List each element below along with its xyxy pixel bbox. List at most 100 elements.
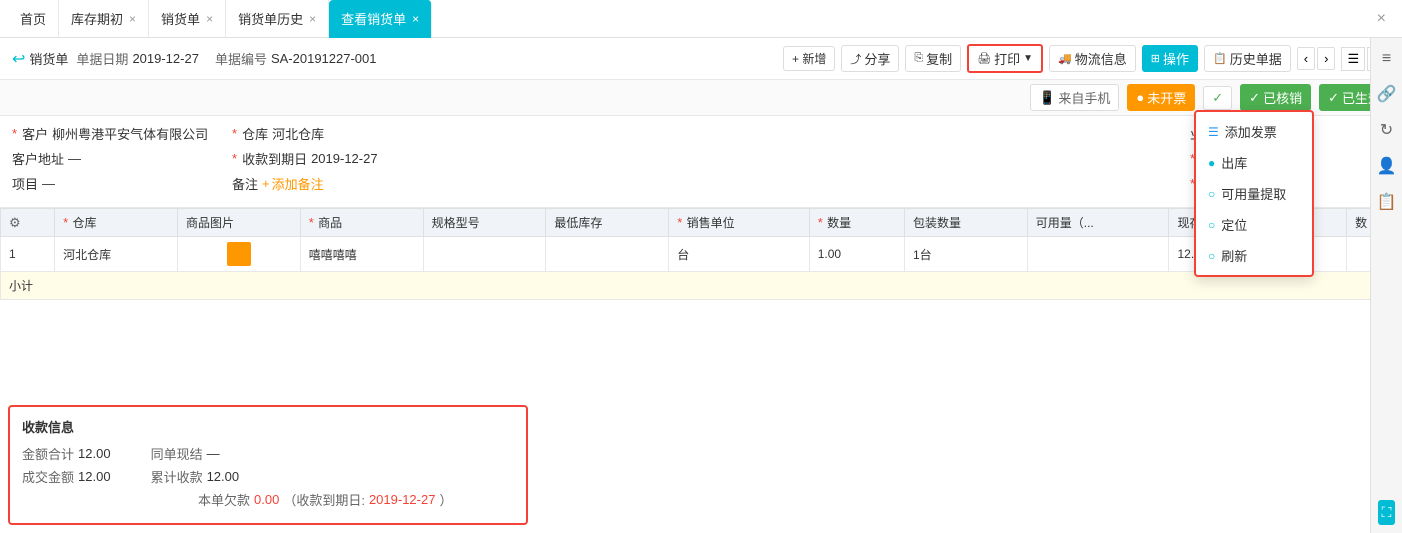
row-warehouse: 河北仓库 xyxy=(55,237,178,272)
deal-value: 12.00 xyxy=(78,469,111,484)
doc-meta: 单据日期 2019-12-27 单据编号 SA-20191227-001 xyxy=(76,49,775,68)
doc-date-value: 2019-12-27 xyxy=(132,51,199,66)
refresh-icon: ○ xyxy=(1208,249,1215,263)
out-stock-icon: ● xyxy=(1208,156,1215,170)
operate-icon: ⊞ xyxy=(1151,52,1160,65)
col-available: 可用量（... xyxy=(1027,209,1169,237)
row-unit: 台 xyxy=(669,237,810,272)
row-min-stock xyxy=(546,237,669,272)
customer-required: * xyxy=(12,126,17,141)
doc-icon: ↩ xyxy=(12,49,25,69)
share-icon: ⤴ xyxy=(850,51,861,67)
toolbar: + 新增 ⤴ 分享 ⎘ 复制 🖨 打印 ▼ 🚚 物流信息 xyxy=(783,44,1390,73)
due-date-group: * 收款到期日 2019-12-27 xyxy=(232,149,432,168)
not-open-label: 未开票 xyxy=(1147,88,1186,107)
address-label: 客户地址 xyxy=(12,149,64,168)
tab-sales-label: 销货单 xyxy=(161,9,200,28)
plus-icon: + xyxy=(262,176,270,191)
sidebar-icon-2[interactable]: 🔗 xyxy=(1373,80,1401,108)
tab-inventory[interactable]: 库存期初 × xyxy=(59,0,149,38)
row-num: 1 xyxy=(1,237,55,272)
confirmed-btn[interactable]: ✓ xyxy=(1203,86,1232,110)
history-button[interactable]: 📋 历史单据 xyxy=(1204,45,1291,72)
payment-row-1: 金额合计 12.00 同单现结 — xyxy=(22,444,514,463)
gear-icon: ⚙ xyxy=(9,215,21,230)
tab-home[interactable]: 首页 xyxy=(8,0,59,38)
note-group: 备注 + 添加备注 xyxy=(232,174,432,193)
locate-item[interactable]: ○ 定位 xyxy=(1196,209,1312,240)
sidebar-icon-4[interactable]: 👤 xyxy=(1373,152,1401,180)
share-button[interactable]: ⤴ 分享 xyxy=(841,45,899,72)
copy-button[interactable]: ⎘ 复制 xyxy=(905,45,961,72)
sold-button[interactable]: ✓ 已核销 xyxy=(1240,84,1311,111)
copy-label: 复制 xyxy=(926,49,952,68)
tab-view-sales[interactable]: 查看销货单 × xyxy=(329,0,432,38)
same-order-value: — xyxy=(207,446,220,461)
tab-bar: 首页 库存期初 × 销货单 × 销货单历史 × 查看销货单 × × xyxy=(0,0,1402,38)
owe-info2: ） xyxy=(439,490,452,509)
tab-sales-close[interactable]: × xyxy=(206,12,213,26)
sidebar-icon-3[interactable]: ↻ xyxy=(1376,116,1397,144)
list-view-button[interactable]: ☰ xyxy=(1341,47,1365,71)
tab-sales-history[interactable]: 销货单历史 × xyxy=(226,0,329,38)
cumulative-item: 累计收款 12.00 xyxy=(151,467,240,486)
warehouse-label: 仓库 xyxy=(242,124,268,143)
address-value: — xyxy=(68,151,81,166)
owe-value: 0.00 xyxy=(254,492,279,507)
doc-title-area: ↩ 销货单 xyxy=(12,49,68,69)
row-pack-qty: 1台 xyxy=(904,237,1027,272)
row-image xyxy=(177,237,300,272)
sidebar-icon-5[interactable]: 📋 xyxy=(1373,188,1401,216)
operate-dropdown: ☰ 添加发票 ● 出库 ○ 可用量提取 ○ 定位 ○ 刷新 xyxy=(1194,110,1314,277)
refresh-item[interactable]: ○ 刷新 xyxy=(1196,240,1312,271)
col-min-stock: 最低库存 xyxy=(546,209,669,237)
tab-inventory-close[interactable]: × xyxy=(129,12,136,26)
add-button[interactable]: + 新增 xyxy=(783,46,835,71)
customer-group: * 客户 柳州粤港平安气体有限公司 xyxy=(12,124,212,143)
product-table: ⚙ * 仓库 商品图片 * 商品 规格型号 最低库存 * 销售单位 * 数量 包… xyxy=(0,208,1402,300)
row-spec xyxy=(423,237,546,272)
col-unit: * 销售单位 xyxy=(669,209,810,237)
print-icon: 🖨 xyxy=(977,52,991,65)
tab-view-sales-close[interactable]: × xyxy=(412,12,419,26)
sidebar-icon-expand[interactable]: ⛶ xyxy=(1378,500,1396,525)
warehouse-required: * xyxy=(232,126,237,141)
owe-date: 2019-12-27 xyxy=(369,492,436,507)
next-button[interactable]: › xyxy=(1317,47,1335,70)
address-group: 客户地址 — xyxy=(12,149,212,168)
payment-section: 收款信息 金额合计 12.00 同单现结 — 成交金额 12.00 累计收款 xyxy=(8,405,528,525)
customer-value[interactable]: 柳州粤港平安气体有限公司 xyxy=(52,124,208,143)
project-label: 项目 xyxy=(12,174,38,193)
add-note-button[interactable]: + 添加备注 xyxy=(262,174,324,193)
locate-label: 定位 xyxy=(1221,215,1247,234)
owe-item: 本单欠款 0.00 （收款到期日: 2019-12-27 ） xyxy=(198,490,452,509)
copy-icon: ⎘ xyxy=(914,52,923,65)
tab-inventory-label: 库存期初 xyxy=(71,9,123,28)
total-value: 12.00 xyxy=(78,446,111,461)
window-close-btn[interactable]: × xyxy=(1371,8,1392,30)
add-note-label: 添加备注 xyxy=(272,174,324,193)
col-settings[interactable]: ⚙ xyxy=(1,209,55,237)
customer-label: 客户 xyxy=(22,124,48,143)
available-qty-item[interactable]: ○ 可用量提取 xyxy=(1196,178,1312,209)
total-label: 金额合计 xyxy=(22,444,74,463)
tab-sales-history-close[interactable]: × xyxy=(309,12,316,26)
not-open-button[interactable]: ● 未开票 xyxy=(1127,84,1195,111)
add-invoice-item[interactable]: ☰ 添加发票 xyxy=(1196,116,1312,147)
prev-button[interactable]: ‹ xyxy=(1297,47,1315,70)
out-stock-item[interactable]: ● 出库 xyxy=(1196,147,1312,178)
deal-amount-item: 成交金额 12.00 xyxy=(22,467,111,486)
cumulative-label: 累计收款 xyxy=(151,467,203,486)
col-image: 商品图片 xyxy=(177,209,300,237)
project-value: — xyxy=(42,176,55,191)
print-button[interactable]: 🖨 打印 ▼ xyxy=(967,44,1043,73)
from-phone-button[interactable]: 📱 来自手机 xyxy=(1030,84,1119,111)
logistics-button[interactable]: 🚚 物流信息 xyxy=(1049,45,1136,72)
warehouse-group: * 仓库 河北仓库 xyxy=(232,124,432,143)
form-section: * 客户 柳州粤港平安气体有限公司 * 仓库 河北仓库 业务员 演示账号 客户地… xyxy=(0,116,1402,208)
tab-sales[interactable]: 销货单 × xyxy=(149,0,226,38)
warehouse-value[interactable]: 河北仓库 xyxy=(272,124,324,143)
operate-button[interactable]: ⊞ 操作 xyxy=(1142,45,1198,72)
sidebar-icon-1[interactable]: ≡ xyxy=(1378,46,1395,72)
operate-label: 操作 xyxy=(1163,49,1189,68)
